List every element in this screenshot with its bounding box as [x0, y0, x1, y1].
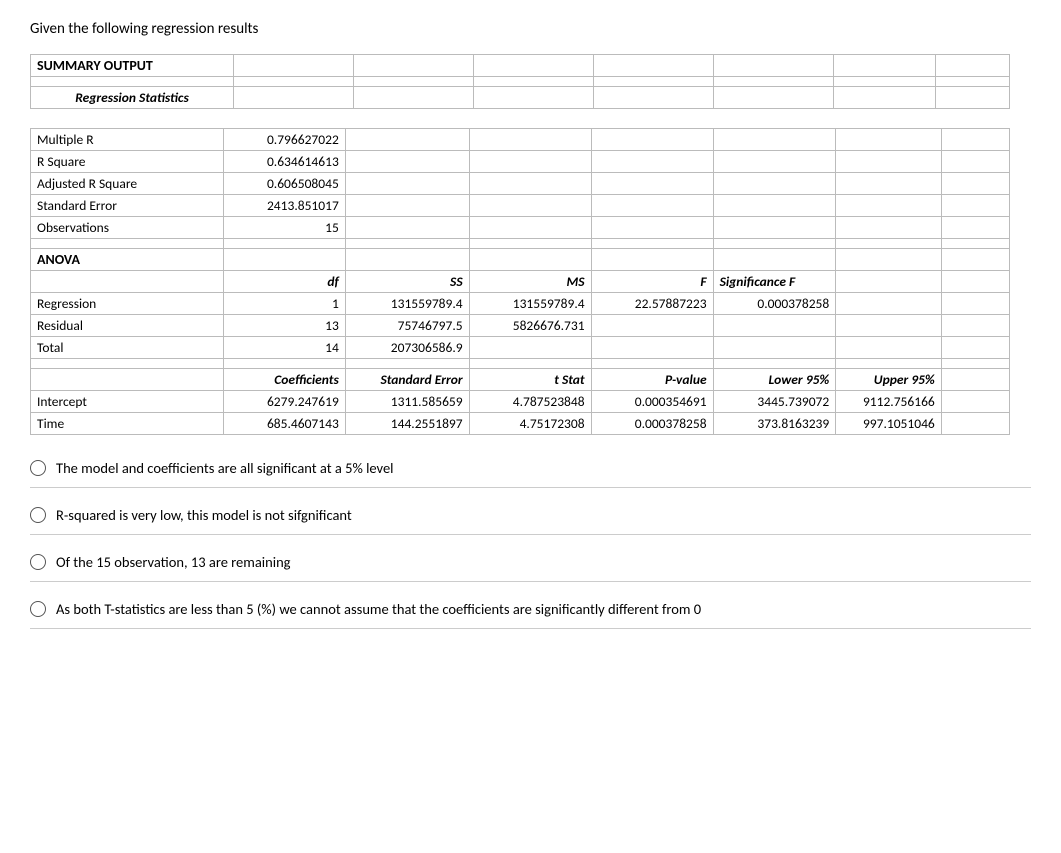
- anova-residual-label: Residual: [31, 315, 224, 337]
- std-error-value: 2413.851017: [223, 195, 345, 217]
- anova-total-df: 14: [223, 337, 345, 359]
- option-3-text: Of the 15 observation, 13 are remaining: [56, 553, 291, 571]
- observations-label: Observations: [31, 217, 224, 239]
- coef-time-label: Time: [31, 413, 224, 435]
- anova-total-row: Total 14 207306586.9: [31, 337, 1010, 359]
- regression-stats-table: Multiple R 0.796627022 R Square 0.634614…: [30, 128, 1010, 435]
- option-1-row[interactable]: The model and coefficients are all signi…: [30, 459, 1031, 488]
- std-error-label: Standard Error: [31, 195, 224, 217]
- multiple-r-label: Multiple R: [31, 129, 224, 151]
- adj-r-square-label: Adjusted R Square: [31, 173, 224, 195]
- option-3-row[interactable]: Of the 15 observation, 13 are remaining: [30, 553, 1031, 582]
- option-3-radio[interactable]: [30, 554, 46, 570]
- anova-header-ms: MS: [469, 271, 591, 293]
- anova-header-ss: SS: [345, 271, 469, 293]
- anova-header-sigf: Significance F: [713, 271, 836, 293]
- coef-time-p: 0.000378258: [591, 413, 713, 435]
- coef-header-upper95: Upper 95%: [836, 369, 942, 391]
- coef-header-lower95: Lower 95%: [713, 369, 836, 391]
- col5-empty: [594, 55, 714, 77]
- coef-header-se: Standard Error: [345, 369, 469, 391]
- coef-header-coefficients: Coefficients: [223, 369, 345, 391]
- coef-header-pvalue: P-value: [591, 369, 713, 391]
- coef-header-tstat: t Stat: [469, 369, 591, 391]
- anova-total-ss: 207306586.9: [345, 337, 469, 359]
- anova-header-df: df: [223, 271, 345, 293]
- coef-intercept-t: 4.787523848: [469, 391, 591, 413]
- summary-table: SUMMARY OUTPUT Regression Statistics: [30, 54, 1010, 109]
- summary-output-label: SUMMARY OUTPUT: [31, 55, 234, 77]
- anova-residual-ms: 5826676.731: [469, 315, 591, 337]
- col6-empty: [713, 55, 833, 77]
- multiple-r-row: Multiple R 0.796627022: [31, 129, 1010, 151]
- coef-intercept-row: Intercept 6279.247619 1311.585659 4.7875…: [31, 391, 1010, 413]
- coef-intercept-upper: 9112.756166: [836, 391, 942, 413]
- r-square-row: R Square 0.634614613: [31, 151, 1010, 173]
- option-2-radio[interactable]: [30, 507, 46, 523]
- col7-empty: [833, 55, 935, 77]
- r-square-label: R Square: [31, 151, 224, 173]
- option-1-text: The model and coefficients are all signi…: [56, 459, 394, 477]
- option-2-row[interactable]: R-squared is very low, this model is not…: [30, 506, 1031, 535]
- coef-intercept-coef: 6279.247619: [223, 391, 345, 413]
- multiple-r-value: 0.796627022: [223, 129, 345, 151]
- summary-output-row: SUMMARY OUTPUT: [31, 55, 1010, 77]
- option-4-text: As both T-statistics are less than 5 (%)…: [56, 600, 701, 618]
- option-4-row[interactable]: As both T-statistics are less than 5 (%)…: [30, 600, 1031, 629]
- col4-empty: [474, 55, 594, 77]
- anova-label-row: ANOVA: [31, 249, 1010, 271]
- anova-label: ANOVA: [31, 249, 224, 271]
- anova-total-label: Total: [31, 337, 224, 359]
- anova-residual-df: 13: [223, 315, 345, 337]
- observations-row: Observations 15: [31, 217, 1010, 239]
- anova-headers-row: df SS MS F Significance F: [31, 271, 1010, 293]
- coef-time-lower: 373.8163239: [713, 413, 836, 435]
- anova-regression-label: Regression: [31, 293, 224, 315]
- regression-stats-label: Regression Statistics: [31, 87, 234, 109]
- coef-time-se: 144.2551897: [345, 413, 469, 435]
- coef-intercept-label: Intercept: [31, 391, 224, 413]
- anova-regression-f: 22.57887223: [591, 293, 713, 315]
- adj-r-square-row: Adjusted R Square 0.606508045: [31, 173, 1010, 195]
- adj-r-square-value: 0.606508045: [223, 173, 345, 195]
- anova-regression-ms: 131559789.4: [469, 293, 591, 315]
- empty-row-1: [31, 77, 1010, 87]
- anova-residual-row: Residual 13 75746797.5 5826676.731: [31, 315, 1010, 337]
- coef-time-upper: 997.1051046: [836, 413, 942, 435]
- option-4-radio[interactable]: [30, 601, 46, 617]
- coef-headers-row: Coefficients Standard Error t Stat P-val…: [31, 369, 1010, 391]
- option-1-radio[interactable]: [30, 460, 46, 476]
- coef-time-t: 4.75172308: [469, 413, 591, 435]
- col2-empty: [234, 55, 354, 77]
- coef-intercept-p: 0.000354691: [591, 391, 713, 413]
- anova-residual-ss: 75746797.5: [345, 315, 469, 337]
- coef-intercept-lower: 3445.739072: [713, 391, 836, 413]
- option-2-text: R-squared is very low, this model is not…: [56, 506, 352, 524]
- options-section: The model and coefficients are all signi…: [30, 459, 1031, 629]
- coef-time-coef: 685.4607143: [223, 413, 345, 435]
- observations-value: 15: [223, 217, 345, 239]
- empty-row-3: [31, 359, 1010, 369]
- col8-empty: [935, 55, 1009, 77]
- coef-time-row: Time 685.4607143 144.2551897 4.75172308 …: [31, 413, 1010, 435]
- std-error-row: Standard Error 2413.851017: [31, 195, 1010, 217]
- anova-header-f: F: [591, 271, 713, 293]
- anova-regression-row: Regression 1 131559789.4 131559789.4 22.…: [31, 293, 1010, 315]
- r-square-value: 0.634614613: [223, 151, 345, 173]
- regression-stats-header-row: Regression Statistics: [31, 87, 1010, 109]
- intro-text: Given the following regression results: [30, 20, 1031, 38]
- anova-regression-sigf: 0.000378258: [713, 293, 836, 315]
- col3-empty: [354, 55, 474, 77]
- anova-regression-df: 1: [223, 293, 345, 315]
- empty-row-2: [31, 239, 1010, 249]
- anova-regression-ss: 131559789.4: [345, 293, 469, 315]
- coef-intercept-se: 1311.585659: [345, 391, 469, 413]
